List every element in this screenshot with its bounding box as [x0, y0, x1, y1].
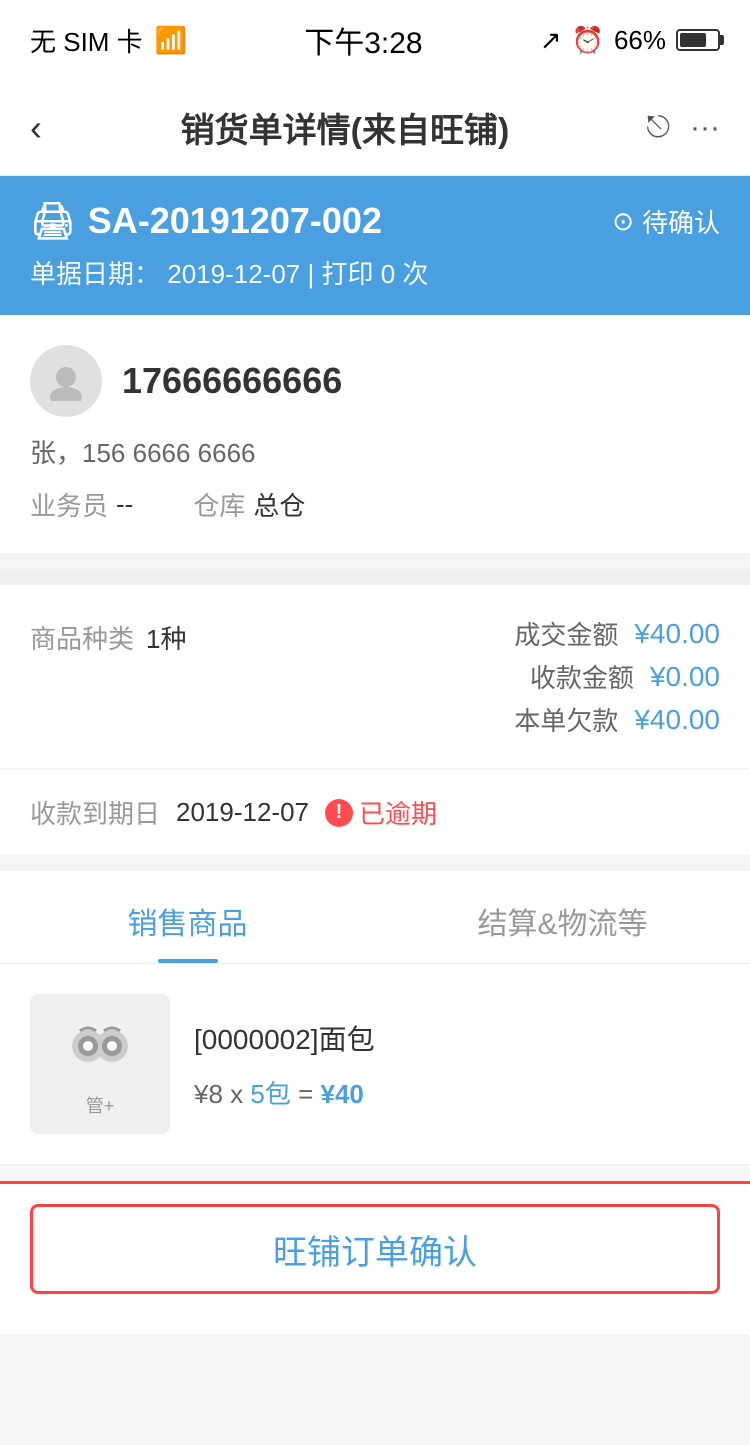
received-amount: 收款金额 ¥0.00 [530, 658, 720, 695]
battery-text: 66% [614, 25, 666, 56]
carrier-text: 无 SIM 卡 [30, 22, 143, 59]
salesman-info: 业务员 -- [30, 486, 133, 523]
warehouse-label: 仓库 [193, 486, 245, 523]
status-bar: 无 SIM 卡 📶 下午3:28 ↗ ⏰ 66% [0, 0, 750, 80]
tab-settlement[interactable]: 结算&物流等 [375, 871, 750, 963]
salesman-label: 业务员 [30, 486, 108, 523]
table-row: 管+ [0000002]面包 ¥8 x 5包 = ¥40 [0, 964, 750, 1165]
status-text: 待确认 [642, 203, 720, 240]
qty-text: 5包 [250, 1079, 290, 1109]
status-right: ↗ ⏰ 66% [540, 25, 720, 56]
salesman-value: -- [116, 489, 133, 520]
tab-sales-products[interactable]: 销售商品 [0, 871, 375, 963]
customer-header: 17666666666 [30, 345, 720, 417]
order-header: 🖨 SA-20191207-002 ⊙ 待确认 单据日期： 2019-12-07… [0, 176, 750, 315]
summary-card: 商品种类 1种 成交金额 ¥40.00 收款金额 ¥0.00 本单欠款 ¥40.… [0, 585, 750, 768]
order-id: 🖨 SA-20191207-002 [30, 200, 382, 242]
received-value: ¥0.00 [650, 661, 720, 693]
transaction-amount: 成交金额 ¥40.00 [514, 615, 720, 652]
amounts: 成交金额 ¥40.00 收款金额 ¥0.00 本单欠款 ¥40.00 [514, 615, 720, 738]
overdue-badge: ! 已逾期 [325, 794, 437, 831]
more-icon[interactable]: ··· [690, 111, 720, 145]
due-amount: 本单欠款 ¥40.00 [514, 701, 720, 738]
battery-icon [676, 29, 720, 51]
order-status: ⊙ 待确认 [612, 203, 720, 240]
summary-row: 商品种类 1种 成交金额 ¥40.00 收款金额 ¥0.00 本单欠款 ¥40.… [30, 615, 720, 738]
avatar [30, 345, 102, 417]
type-value: 1种 [146, 619, 186, 656]
nav-actions: ⎋ ··· [600, 111, 720, 145]
total-text: ¥40 [320, 1079, 363, 1109]
divider-1 [0, 569, 750, 585]
customer-details: 张，156 6666 6666 [30, 433, 720, 470]
order-id-row: 🖨 SA-20191207-002 ⊙ 待确认 [30, 200, 720, 242]
confirm-order-button[interactable]: 旺铺订单确认 [30, 1204, 720, 1294]
due-date-card: 收款到期日 2019-12-07 ! 已逾期 [0, 770, 750, 855]
warehouse-info: 仓库 总仓 [193, 486, 305, 523]
warehouse-value: 总仓 [253, 486, 305, 523]
transaction-label: 成交金额 [514, 615, 618, 652]
customer-card: 17666666666 张，156 6666 6666 业务员 -- 仓库 总仓 [0, 315, 750, 553]
type-label: 商品种类 [30, 619, 134, 656]
print-count: 打印 0 次 [321, 259, 428, 289]
product-info: [0000002]面包 ¥8 x 5包 = ¥40 [194, 1018, 720, 1111]
alarm-icon: ⏰ [572, 25, 604, 56]
status-left: 无 SIM 卡 📶 [30, 22, 187, 59]
confirm-button-container: 旺铺订单确认 [0, 1181, 750, 1334]
product-price: ¥8 x 5包 = ¥40 [194, 1074, 720, 1111]
customer-phone: 17666666666 [122, 360, 342, 402]
due-date-value: 2019-12-07 [176, 797, 309, 828]
tabs-bar: 销售商品 结算&物流等 [0, 871, 750, 964]
location-icon: ↗ [540, 25, 562, 56]
date-label: 单据日期： [30, 259, 160, 289]
print-info: | [307, 259, 321, 289]
order-id-text: SA-20191207-002 [88, 200, 382, 242]
product-list: 管+ [0000002]面包 ¥8 x 5包 = ¥40 [0, 964, 750, 1165]
equals-text: = [291, 1079, 321, 1109]
product-image: 管+ [30, 994, 170, 1134]
order-date-row: 单据日期： 2019-12-07 | 打印 0 次 [30, 254, 720, 291]
time-display: 下午3:28 [304, 18, 422, 62]
order-date: 2019-12-07 [167, 259, 300, 289]
product-thumb: 管+ [60, 1011, 140, 1118]
wifi-icon: 📶 [155, 25, 187, 56]
overdue-text: 已逾期 [359, 794, 437, 831]
received-label: 收款金额 [530, 658, 634, 695]
brand-label: 管+ [86, 1092, 115, 1118]
due-date-label: 收款到期日 [30, 794, 160, 831]
clock-icon: ⊙ [612, 206, 634, 237]
transaction-value: ¥40.00 [634, 618, 720, 650]
overdue-icon: ! [325, 799, 353, 827]
customer-meta: 业务员 -- 仓库 总仓 [30, 486, 720, 523]
product-name: [0000002]面包 [194, 1018, 720, 1058]
product-type: 商品种类 1种 [30, 615, 186, 656]
page-title: 销货单详情(来自旺铺) [90, 103, 600, 152]
back-button[interactable]: ‹ [30, 107, 90, 149]
owl-icon [60, 1011, 140, 1088]
order-icon: 🖨 [30, 200, 76, 242]
due-value: ¥40.00 [634, 704, 720, 736]
share-icon[interactable]: ⎋ [646, 111, 670, 145]
due-label: 本单欠款 [514, 701, 618, 738]
nav-bar: ‹ 销货单详情(来自旺铺) ⎋ ··· [0, 80, 750, 176]
price-text: ¥8 x [194, 1079, 250, 1109]
